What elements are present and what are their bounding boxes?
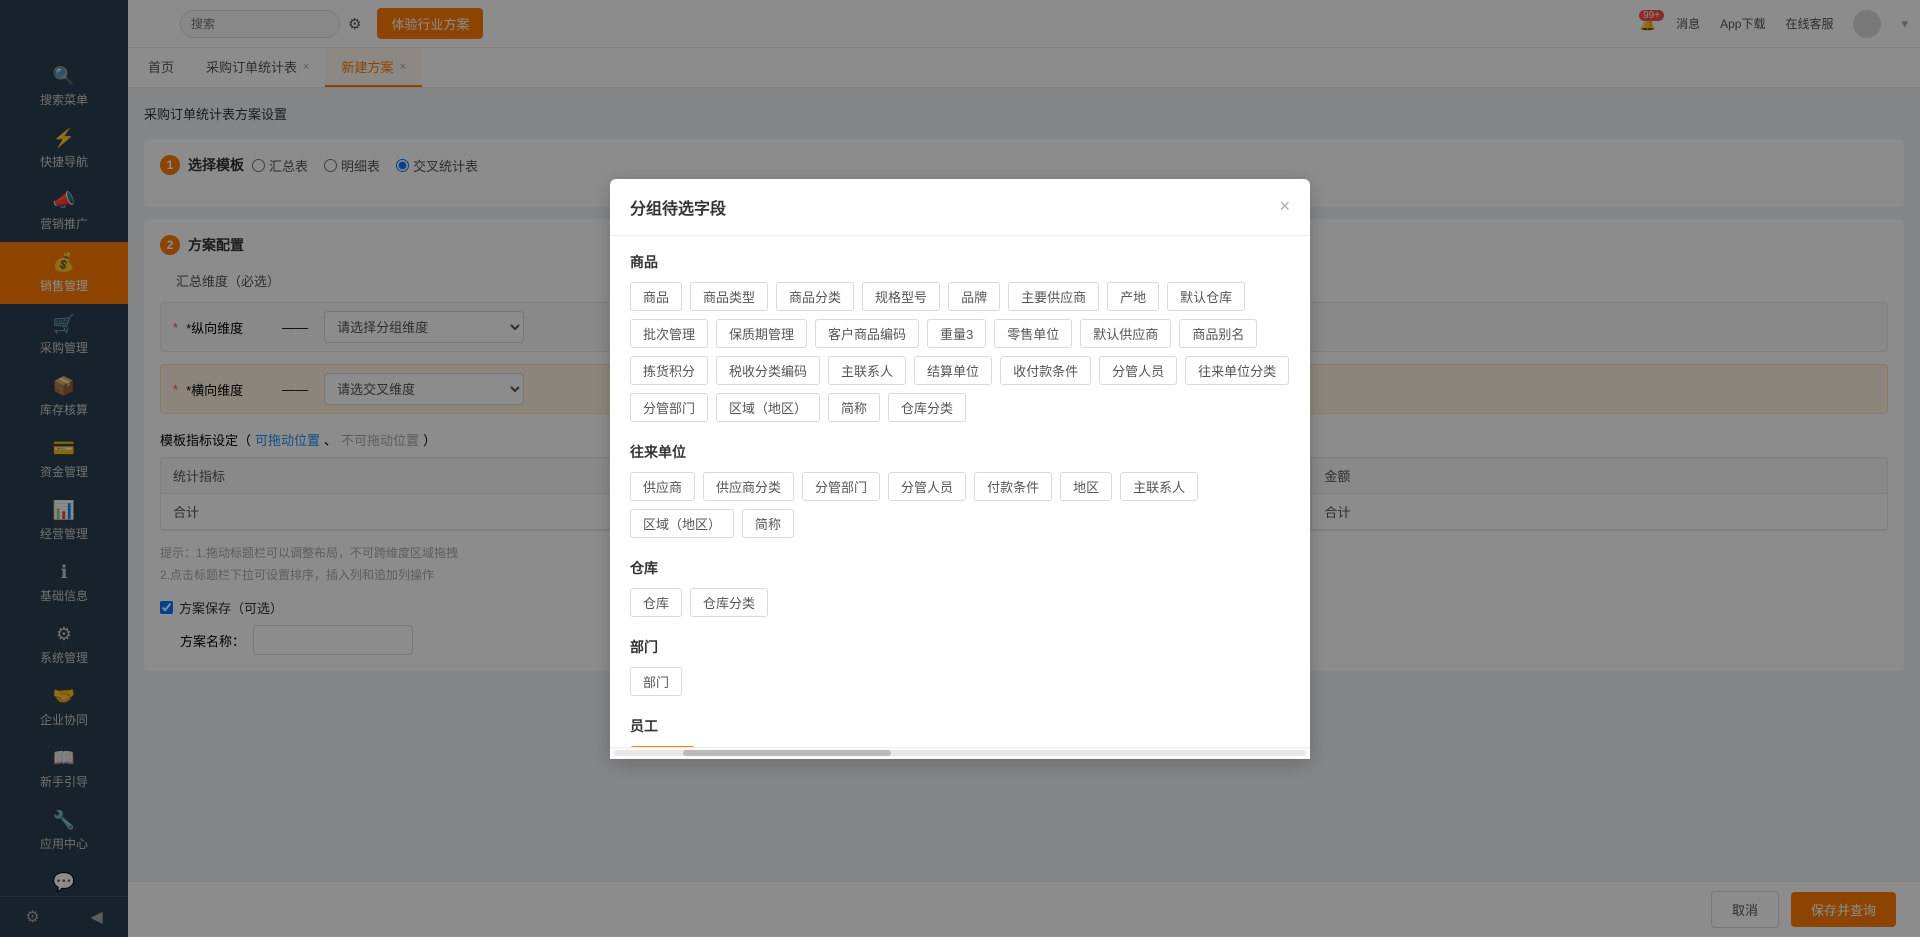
section-partner: 往来单位 供应商 供应商分类 分管部门 分管人员 付款条件 地区 主联系人 区域… bbox=[630, 442, 1290, 538]
section-department-title: 部门 bbox=[630, 637, 1290, 657]
tag-warehouse[interactable]: 仓库 bbox=[630, 588, 682, 617]
tag-short-name[interactable]: 简称 bbox=[828, 393, 880, 422]
tag-settlement-unit[interactable]: 结算单位 bbox=[914, 356, 992, 385]
tag-main-supplier[interactable]: 主要供应商 bbox=[1008, 282, 1099, 311]
dialog: 分组待选字段 × 商品 商品 商品类型 商品分类 规格型号 品牌 主要供应商 产… bbox=[610, 179, 1310, 759]
tag-partner-category[interactable]: 往来单位分类 bbox=[1185, 356, 1289, 385]
tag-main-contact[interactable]: 主联系人 bbox=[828, 356, 906, 385]
section-staff: 员工 业务员 bbox=[630, 716, 1290, 747]
tag-weight3[interactable]: 重量3 bbox=[927, 319, 986, 348]
tag-default-supplier[interactable]: 默认供应商 bbox=[1080, 319, 1171, 348]
section-partner-tags: 供应商 供应商分类 分管部门 分管人员 付款条件 地区 主联系人 区域（地区） … bbox=[630, 472, 1290, 538]
section-department-tags: 部门 bbox=[630, 667, 1290, 696]
tag-pick-points[interactable]: 拣货积分 bbox=[630, 356, 708, 385]
dialog-overlay[interactable]: 分组待选字段 × 商品 商品 商品类型 商品分类 规格型号 品牌 主要供应商 产… bbox=[0, 0, 1920, 937]
tag-goods[interactable]: 商品 bbox=[630, 282, 682, 311]
dialog-close-button[interactable]: × bbox=[1279, 196, 1290, 217]
section-goods-tags: 商品 商品类型 商品分类 规格型号 品牌 主要供应商 产地 默认仓库 批次管理 … bbox=[630, 282, 1290, 422]
tag-region[interactable]: 区域（地区） bbox=[716, 393, 820, 422]
tag-partner-contact[interactable]: 主联系人 bbox=[1120, 472, 1198, 501]
tag-warehouse-type[interactable]: 仓库分类 bbox=[690, 588, 768, 617]
tag-tax-code[interactable]: 税收分类编码 bbox=[716, 356, 820, 385]
section-staff-title: 员工 bbox=[630, 716, 1290, 736]
tag-retail-unit[interactable]: 零售单位 bbox=[994, 319, 1072, 348]
tag-goods-alias[interactable]: 商品别名 bbox=[1179, 319, 1257, 348]
tag-spec-model[interactable]: 规格型号 bbox=[862, 282, 940, 311]
tag-supervisor[interactable]: 分管人员 bbox=[1099, 356, 1177, 385]
tag-shelf-life[interactable]: 保质期管理 bbox=[716, 319, 807, 348]
tag-origin[interactable]: 产地 bbox=[1107, 282, 1159, 311]
tag-partner-short[interactable]: 简称 bbox=[742, 509, 794, 538]
tag-warehouse-category[interactable]: 仓库分类 bbox=[888, 393, 966, 422]
tag-dept[interactable]: 分管部门 bbox=[630, 393, 708, 422]
tag-brand[interactable]: 品牌 bbox=[948, 282, 1000, 311]
tag-default-warehouse[interactable]: 默认仓库 bbox=[1167, 282, 1245, 311]
dialog-hscroll[interactable] bbox=[610, 747, 1310, 759]
dialog-title: 分组待选字段 bbox=[630, 195, 726, 219]
dialog-header: 分组待选字段 × bbox=[610, 179, 1310, 236]
section-goods-title: 商品 bbox=[630, 252, 1290, 272]
tag-partner-dept[interactable]: 分管部门 bbox=[802, 472, 880, 501]
tag-goods-type[interactable]: 商品类型 bbox=[690, 282, 768, 311]
tag-area[interactable]: 地区 bbox=[1060, 472, 1112, 501]
section-warehouse-title: 仓库 bbox=[630, 558, 1290, 578]
section-department: 部门 部门 bbox=[630, 637, 1290, 696]
tag-customer-goods-code[interactable]: 客户商品编码 bbox=[815, 319, 919, 348]
tag-payment-terms[interactable]: 收付款条件 bbox=[1000, 356, 1091, 385]
dialog-body: 商品 商品 商品类型 商品分类 规格型号 品牌 主要供应商 产地 默认仓库 批次… bbox=[610, 236, 1310, 747]
tag-batch-mgmt[interactable]: 批次管理 bbox=[630, 319, 708, 348]
tag-payment-condition[interactable]: 付款条件 bbox=[974, 472, 1052, 501]
section-goods: 商品 商品 商品类型 商品分类 规格型号 品牌 主要供应商 产地 默认仓库 批次… bbox=[630, 252, 1290, 422]
tag-goods-category[interactable]: 商品分类 bbox=[776, 282, 854, 311]
tag-department[interactable]: 部门 bbox=[630, 667, 682, 696]
tag-supplier-category[interactable]: 供应商分类 bbox=[703, 472, 794, 501]
section-warehouse: 仓库 仓库 仓库分类 bbox=[630, 558, 1290, 617]
tag-supplier[interactable]: 供应商 bbox=[630, 472, 695, 501]
section-warehouse-tags: 仓库 仓库分类 bbox=[630, 588, 1290, 617]
tag-partner-supervisor[interactable]: 分管人员 bbox=[888, 472, 966, 501]
section-partner-title: 往来单位 bbox=[630, 442, 1290, 462]
tag-partner-region[interactable]: 区域（地区） bbox=[630, 509, 734, 538]
